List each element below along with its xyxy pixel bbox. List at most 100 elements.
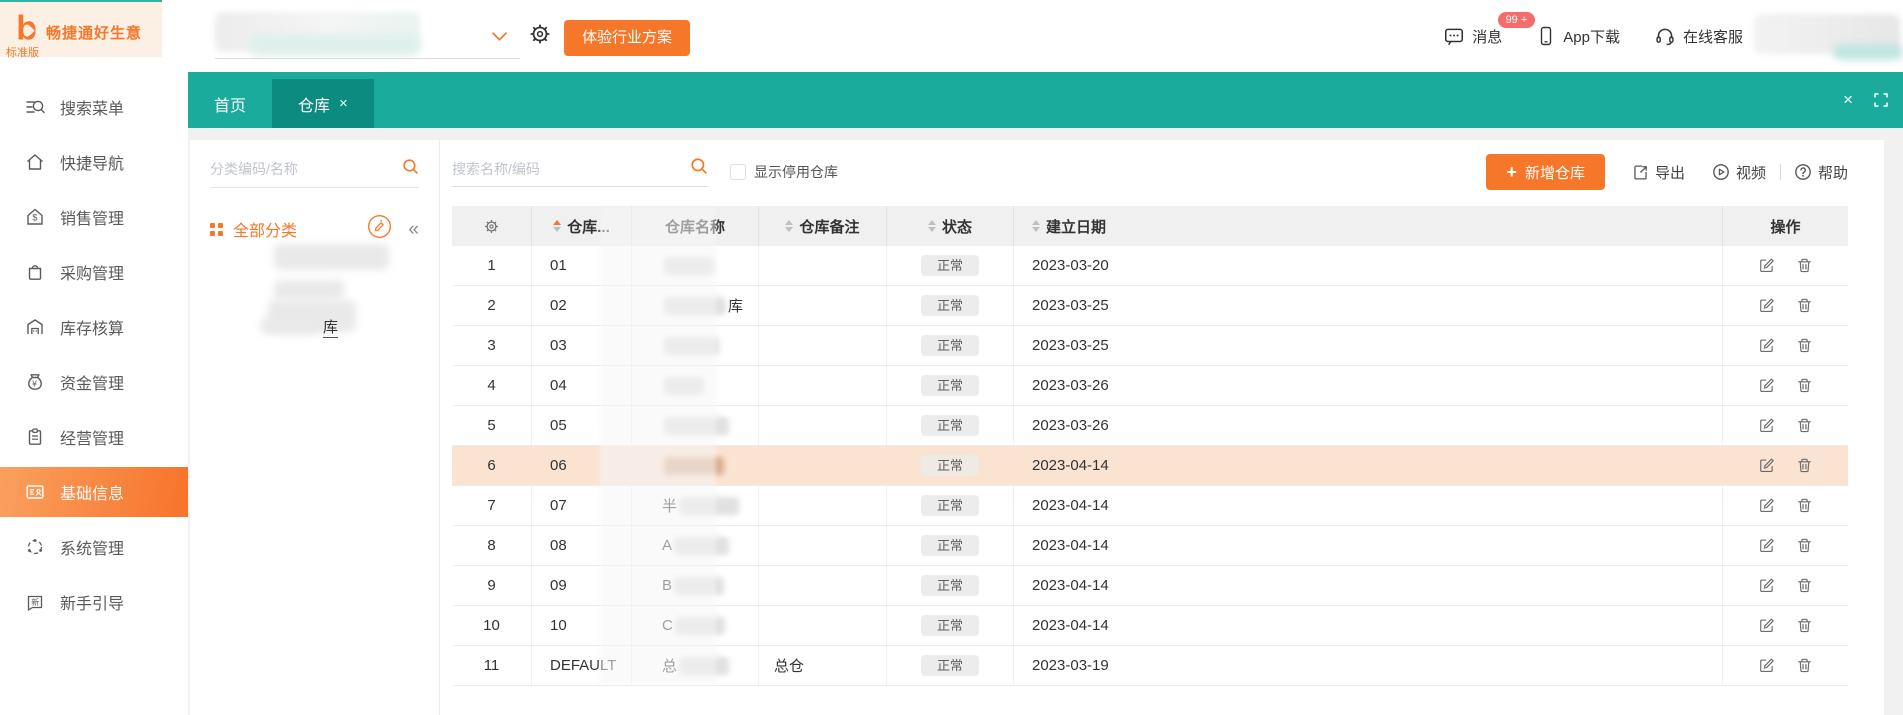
- category-search: [210, 158, 419, 188]
- edit-icon[interactable]: [1758, 577, 1776, 595]
- category-item-partial-text[interactable]: 库: [323, 316, 339, 338]
- delete-icon[interactable]: [1796, 297, 1814, 315]
- delete-icon[interactable]: [1796, 577, 1814, 595]
- sidebar-item-search-menu[interactable]: 搜索菜单: [0, 82, 188, 132]
- experience-solution-button[interactable]: 体验行业方案: [564, 20, 691, 56]
- sidebar-item-system[interactable]: 系统管理: [0, 522, 188, 572]
- table-row[interactable]: 5 05 正常 2023-03-26: [452, 406, 1848, 446]
- sidebar-item-guide[interactable]: 新 新手引导: [0, 577, 188, 627]
- edit-icon[interactable]: [1758, 537, 1776, 555]
- table-row[interactable]: 2 02 库 正常 2023-03-25: [452, 286, 1848, 326]
- table-row[interactable]: 8 08 A 正常 2023-04-14: [452, 526, 1848, 566]
- delete-icon[interactable]: [1796, 497, 1814, 515]
- category-search-input[interactable]: [210, 161, 402, 177]
- settings-gear-icon[interactable]: [528, 22, 552, 46]
- name-redacted-blob: [674, 536, 730, 555]
- sidebar-item-sales[interactable]: $ 销售管理: [0, 192, 188, 242]
- gear-icon[interactable]: [483, 218, 500, 235]
- help-button[interactable]: 帮助: [1794, 162, 1848, 183]
- edit-icon[interactable]: [1758, 657, 1776, 675]
- messages-badge: 99 +: [1497, 12, 1536, 28]
- delete-icon[interactable]: [1796, 257, 1814, 275]
- cell-date: 2023-04-14: [1032, 457, 1109, 474]
- collapse-panel-icon[interactable]: «: [408, 220, 419, 239]
- header-date[interactable]: 建立日期: [1014, 206, 1723, 246]
- edit-icon[interactable]: [1758, 377, 1776, 395]
- edit-icon[interactable]: [1758, 337, 1776, 355]
- fullscreen-icon[interactable]: [1873, 92, 1889, 108]
- cell-name: 半: [632, 486, 759, 525]
- sidebar-item-business[interactable]: 经营管理: [0, 412, 188, 462]
- sidebar-item-quick-nav[interactable]: 快捷导航: [0, 137, 188, 187]
- show-disabled-toggle[interactable]: 显示停用仓库: [730, 162, 838, 182]
- delete-icon[interactable]: [1796, 617, 1814, 635]
- row-index: 3: [452, 326, 532, 365]
- header-remark-label: 仓库备注: [799, 218, 860, 236]
- edit-icon[interactable]: [1758, 457, 1776, 475]
- table-row[interactable]: 11 DEFAULT 总 总仓 正常 2023-03-19: [452, 646, 1848, 686]
- video-button[interactable]: 视频: [1712, 162, 1766, 183]
- table-row[interactable]: 6 06 正常 2023-04-14: [452, 446, 1848, 486]
- sidebar-item-inventory[interactable]: 库存核算: [0, 302, 188, 352]
- delete-icon[interactable]: [1796, 457, 1814, 475]
- redacted-blob: [250, 34, 420, 56]
- category-item-redacted[interactable]: [260, 318, 320, 334]
- sort-icon[interactable]: [785, 220, 794, 232]
- show-disabled-checkbox[interactable]: [730, 164, 746, 180]
- name-visible-text: B: [662, 577, 673, 594]
- warehouse-search-input[interactable]: [452, 160, 690, 177]
- category-item-redacted[interactable]: [274, 244, 389, 270]
- export-button[interactable]: 导出: [1632, 162, 1685, 183]
- close-all-icon[interactable]: ×: [1843, 90, 1853, 110]
- sort-icon[interactable]: [553, 220, 562, 232]
- online-service-item[interactable]: 在线客服: [1654, 25, 1743, 47]
- table-row[interactable]: 1 01 正常 2023-03-20: [452, 246, 1848, 286]
- edit-categories-icon[interactable]: [367, 214, 392, 244]
- delete-icon[interactable]: [1796, 657, 1814, 675]
- sidebar-item-basic-info[interactable]: 基础信息: [0, 467, 188, 517]
- app-download-item[interactable]: App下载: [1536, 25, 1620, 47]
- top-bar: b 畅捷通好生意 标准版 体验行业方案 消息 99 + App下载 在线客服: [0, 0, 1903, 72]
- edit-icon[interactable]: [1758, 497, 1776, 515]
- edit-icon[interactable]: [1758, 417, 1776, 435]
- edit-icon[interactable]: [1758, 257, 1776, 275]
- add-warehouse-button[interactable]: + 新增仓库: [1486, 154, 1605, 190]
- messages-item[interactable]: 消息 99 +: [1443, 12, 1536, 47]
- tab-home[interactable]: 首页: [188, 79, 272, 128]
- delete-icon[interactable]: [1796, 417, 1814, 435]
- table-row[interactable]: 9 09 B 正常 2023-04-14: [452, 566, 1848, 606]
- header-remark[interactable]: 仓库备注: [759, 206, 887, 246]
- category-item-redacted[interactable]: [274, 280, 344, 300]
- column-settings-header[interactable]: [452, 206, 532, 246]
- funds-icon: ¥: [28, 374, 42, 390]
- cell-code: 10: [532, 606, 632, 645]
- cell-code: 07: [532, 486, 632, 525]
- delete-icon[interactable]: [1796, 537, 1814, 555]
- tab-close-icon[interactable]: ×: [339, 95, 348, 112]
- cell-ops: [1723, 326, 1848, 365]
- search-icon[interactable]: [690, 157, 708, 180]
- cell-date: 2023-04-14: [1014, 566, 1723, 605]
- search-icon[interactable]: [402, 158, 419, 180]
- header-status[interactable]: 状态: [887, 206, 1014, 246]
- all-categories-row[interactable]: 全部分类 «: [210, 214, 419, 244]
- sort-icon[interactable]: [927, 220, 936, 232]
- tab-warehouse[interactable]: 仓库 ×: [272, 79, 374, 128]
- table-row[interactable]: 4 04 正常 2023-03-26: [452, 366, 1848, 406]
- delete-icon[interactable]: [1796, 377, 1814, 395]
- table-row[interactable]: 7 07 半 正常 2023-04-14: [452, 486, 1848, 526]
- sort-icon[interactable]: [1032, 220, 1040, 232]
- sidebar-item-funds[interactable]: ¥ 资金管理: [0, 357, 188, 407]
- header-code[interactable]: 仓库...: [532, 206, 632, 246]
- table-row[interactable]: 3 03 正常 2023-03-25: [452, 326, 1848, 366]
- table-row[interactable]: 10 10 C 正常 2023-04-14: [452, 606, 1848, 646]
- system-icon: [27, 539, 43, 555]
- edit-icon[interactable]: [1758, 297, 1776, 315]
- delete-icon[interactable]: [1796, 337, 1814, 355]
- edit-icon[interactable]: [1758, 617, 1776, 635]
- messages-label: 消息: [1472, 28, 1503, 46]
- header-name[interactable]: 仓库名称: [632, 206, 759, 246]
- chevron-down-icon[interactable]: [492, 28, 507, 46]
- sidebar-item-purchase[interactable]: 采购管理: [0, 247, 188, 297]
- status-badge: 正常: [920, 455, 979, 476]
